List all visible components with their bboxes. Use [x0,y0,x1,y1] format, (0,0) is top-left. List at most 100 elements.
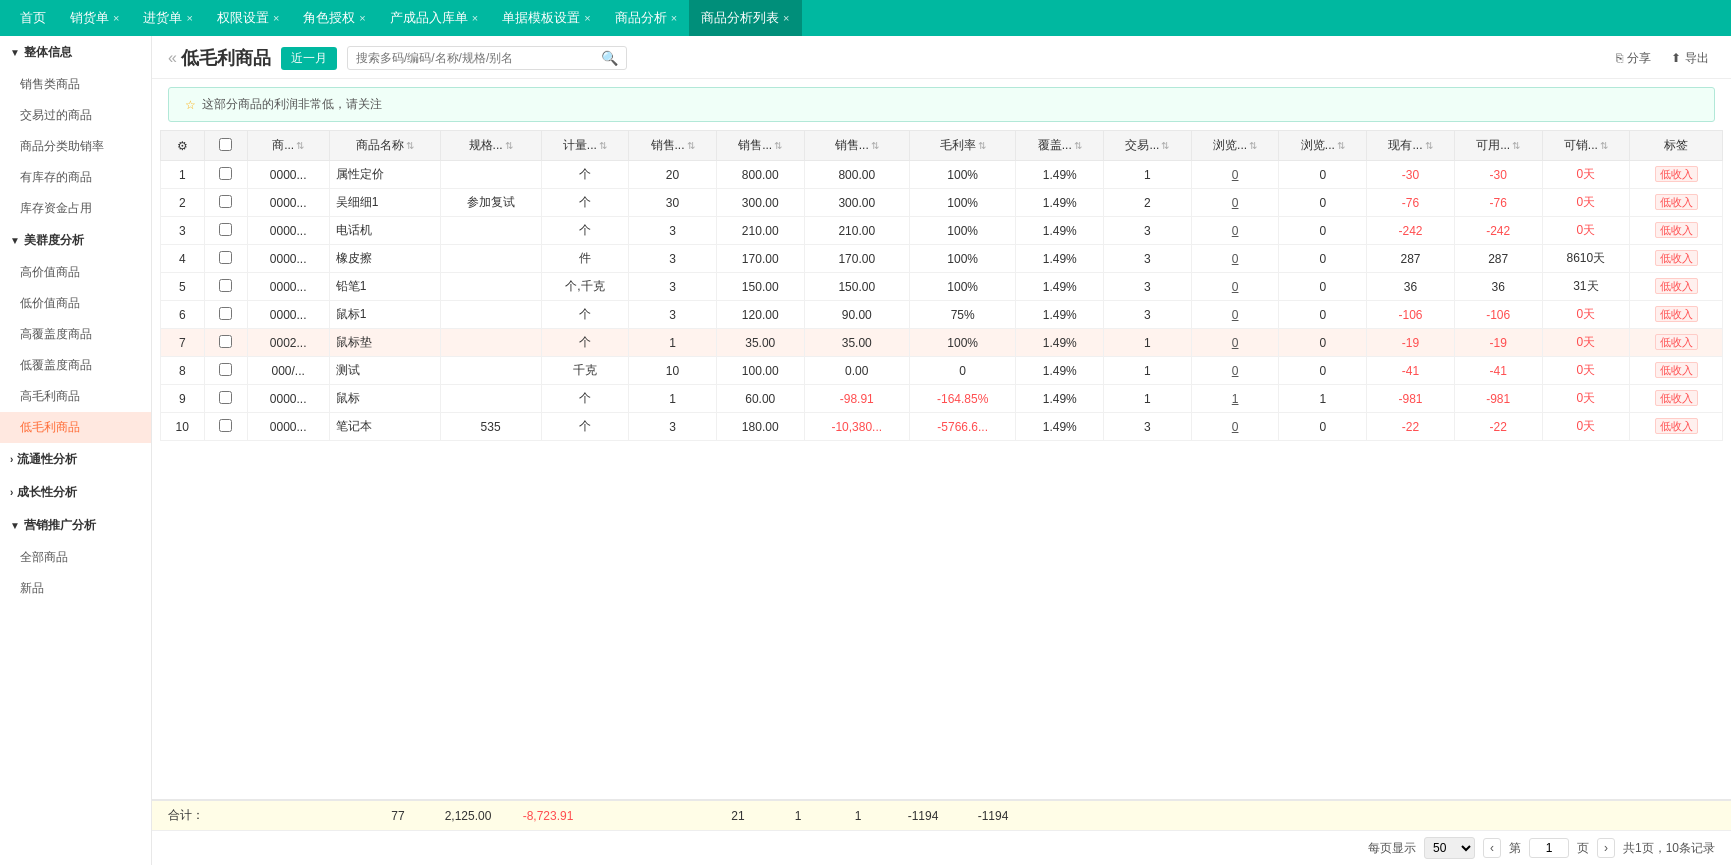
nav-template-settings[interactable]: 单据模板设置 × [490,0,602,36]
browse1-link[interactable]: 0 [1232,420,1239,434]
col-sellable[interactable]: 可销...⇅ [1542,131,1630,161]
row-checkbox[interactable] [204,301,247,329]
sidebar-item-stock-funds[interactable]: 库存资金占用 [0,193,151,224]
nav-product-analysis-close[interactable]: × [671,12,677,24]
browse1-link[interactable]: 0 [1232,280,1239,294]
row-checkbox[interactable] [204,245,247,273]
browse1-link[interactable]: 0 [1232,168,1239,182]
nav-permissions[interactable]: 权限设置 × [205,0,291,36]
search-input[interactable] [356,51,601,65]
sidebar-item-high-coverage[interactable]: 高覆盖度商品 [0,319,151,350]
share-button[interactable]: ⎘ 分享 [1610,47,1657,70]
row-browse1[interactable]: 0 [1191,273,1279,301]
row-checkbox[interactable] [204,217,247,245]
col-browse1[interactable]: 浏览...⇅ [1191,131,1279,161]
nav-product-analysis-list[interactable]: 商品分析列表 × [689,0,801,36]
row-select-checkbox[interactable] [219,419,232,432]
row-browse1[interactable]: 0 [1191,189,1279,217]
sidebar-item-sales-products[interactable]: 销售类商品 [0,69,151,100]
sidebar-item-high-margin[interactable]: 高毛利商品 [0,381,151,412]
row-name[interactable]: 铅笔1 [329,273,440,301]
nav-purchase-order-close[interactable]: × [186,12,192,24]
export-button[interactable]: ⬆ 导出 [1665,47,1715,70]
sidebar-item-high-value[interactable]: 高价值商品 [0,257,151,288]
col-browse2[interactable]: 浏览...⇅ [1279,131,1367,161]
browse1-link[interactable]: 1 [1232,392,1239,406]
col-current-stock[interactable]: 现有...⇅ [1367,131,1455,161]
col-coverage[interactable]: 覆盖...⇅ [1016,131,1104,161]
row-checkbox[interactable] [204,357,247,385]
row-checkbox[interactable] [204,385,247,413]
col-settings[interactable]: ⚙ [161,131,205,161]
nav-role-auth-close[interactable]: × [359,12,365,24]
sidebar-item-traded-products[interactable]: 交易过的商品 [0,100,151,131]
nav-product-analysis[interactable]: 商品分析 × [603,0,689,36]
row-select-checkbox[interactable] [219,363,232,376]
sidebar-group-growth[interactable]: › 成长性分析 [0,476,151,509]
row-select-checkbox[interactable] [219,223,232,236]
col-spec[interactable]: 规格...⇅ [440,131,541,161]
col-name[interactable]: 商品名称⇅ [329,131,440,161]
nav-sales-order-close[interactable]: × [113,12,119,24]
sidebar-item-low-value[interactable]: 低价值商品 [0,288,151,319]
sidebar-group-beauty[interactable]: ▼ 美群度分析 [0,224,151,257]
col-sales-qty[interactable]: 销售...⇅ [629,131,717,161]
row-checkbox[interactable] [204,189,247,217]
sidebar-item-all-products[interactable]: 全部商品 [0,542,151,573]
row-browse1[interactable]: 0 [1191,413,1279,441]
browse1-link[interactable]: 0 [1232,224,1239,238]
browse1-link[interactable]: 0 [1232,336,1239,350]
row-name[interactable]: 鼠标 [329,385,440,413]
nav-product-analysis-list-close[interactable]: × [783,12,789,24]
row-name[interactable]: 属性定价 [329,161,440,189]
browse1-link[interactable]: 0 [1232,308,1239,322]
row-name[interactable]: 鼠标1 [329,301,440,329]
row-name[interactable]: 橡皮擦 [329,245,440,273]
nav-purchase-order[interactable]: 进货单 × [131,0,204,36]
row-checkbox[interactable] [204,161,247,189]
row-browse1[interactable]: 0 [1191,217,1279,245]
row-browse1[interactable]: 0 [1191,245,1279,273]
sidebar-item-low-coverage[interactable]: 低覆盖度商品 [0,350,151,381]
select-all-checkbox[interactable] [219,138,232,151]
nav-home[interactable]: 首页 [8,0,58,36]
row-browse1[interactable]: 1 [1191,385,1279,413]
row-select-checkbox[interactable] [219,335,232,348]
row-name[interactable]: 电话机 [329,217,440,245]
row-checkbox[interactable] [204,329,247,357]
row-name[interactable]: 测试 [329,357,440,385]
row-select-checkbox[interactable] [219,251,232,264]
page-size-select[interactable]: 50 20 100 [1424,837,1475,859]
sidebar-group-circulation[interactable]: › 流通性分析 [0,443,151,476]
browse1-link[interactable]: 0 [1232,252,1239,266]
row-name[interactable]: 吴细细1 [329,189,440,217]
sidebar-item-low-margin[interactable]: 低毛利商品 [0,412,151,443]
row-select-checkbox[interactable] [219,167,232,180]
page-input[interactable] [1529,838,1569,858]
nav-permissions-close[interactable]: × [273,12,279,24]
nav-product-entry[interactable]: 产成品入库单 × [378,0,490,36]
sidebar-group-overall[interactable]: ▼ 整体信息 [0,36,151,69]
row-select-checkbox[interactable] [219,307,232,320]
sidebar-item-new-products[interactable]: 新品 [0,573,151,604]
col-available[interactable]: 可用...⇅ [1454,131,1542,161]
row-browse1[interactable]: 0 [1191,301,1279,329]
row-name[interactable]: 笔记本 [329,413,440,441]
col-sales-profit[interactable]: 销售...⇅ [804,131,909,161]
sidebar-item-in-stock[interactable]: 有库存的商品 [0,162,151,193]
nav-sales-order[interactable]: 销货单 × [58,0,131,36]
browse1-link[interactable]: 0 [1232,196,1239,210]
sidebar-collapse-btn[interactable]: « [168,49,177,67]
nav-template-close[interactable]: × [584,12,590,24]
search-icon[interactable]: 🔍 [601,50,618,66]
nav-role-auth[interactable]: 角色授权 × [291,0,377,36]
row-name[interactable]: 鼠标垫 [329,329,440,357]
col-transaction[interactable]: 交易...⇅ [1104,131,1192,161]
col-tag[interactable]: 标签 [1630,131,1723,161]
sidebar-item-category-rate[interactable]: 商品分类助销率 [0,131,151,162]
row-browse1[interactable]: 0 [1191,161,1279,189]
row-checkbox[interactable] [204,273,247,301]
row-browse1[interactable]: 0 [1191,357,1279,385]
row-select-checkbox[interactable] [219,279,232,292]
col-code[interactable]: 商...⇅ [247,131,329,161]
